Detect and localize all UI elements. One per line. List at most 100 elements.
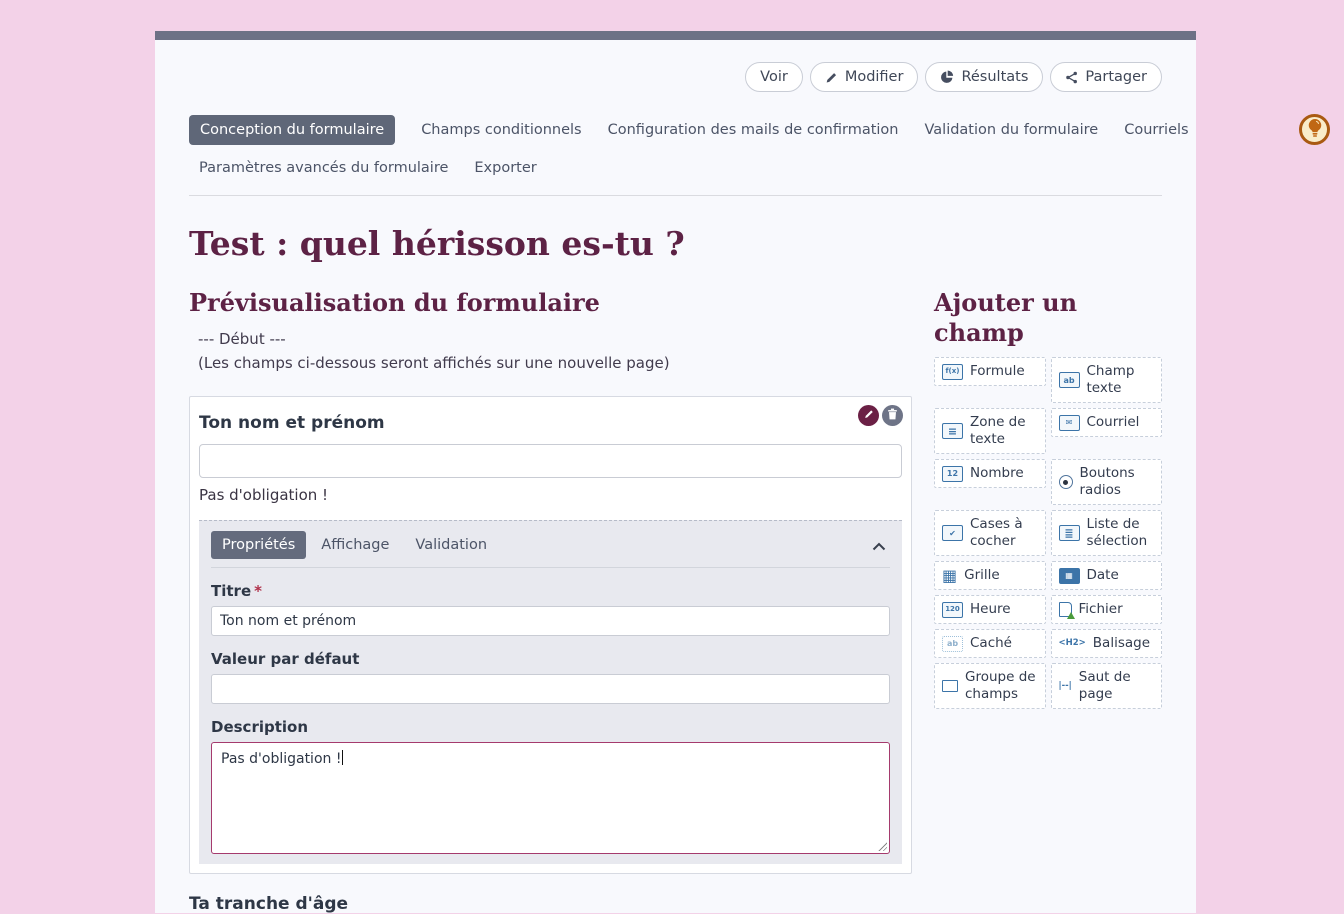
toolbar: Voir Modifier Résultats Partager	[189, 62, 1162, 92]
add-field-grid: f(x) Formule ab Champ texte ≡ Zone de te…	[934, 357, 1162, 709]
share-icon	[1065, 71, 1078, 84]
text-caret	[342, 750, 343, 765]
field-label: Ton nom et prénom	[199, 413, 902, 433]
markup-icon: <H2>	[1059, 635, 1086, 652]
textarea-icon: ≡	[942, 423, 963, 439]
delete-field-button[interactable]	[882, 405, 903, 426]
chevron-up-icon	[872, 536, 886, 555]
add-field-sidebar: Ajouter un champ f(x) Formule ab Champ t…	[934, 288, 1162, 914]
add-grille-button[interactable]: ▦ Grille	[934, 561, 1046, 590]
results-button[interactable]: Résultats	[925, 62, 1043, 92]
add-champ-texte-button[interactable]: ab Champ texte	[1051, 357, 1163, 403]
add-balisage-button[interactable]: <H2> Balisage	[1051, 629, 1163, 658]
next-field-label: Ta tranche d'âge	[189, 894, 912, 914]
tab-validation[interactable]: Validation	[404, 531, 498, 559]
add-button-label: Courriel	[1087, 414, 1155, 431]
description-textarea[interactable]: Pas d'obligation !	[211, 742, 890, 854]
add-button-label: Caché	[970, 635, 1038, 652]
email-icon: ✉	[1059, 415, 1080, 431]
add-date-button[interactable]: ▦ Date	[1051, 561, 1163, 590]
field-description: Pas d'obligation !	[199, 486, 902, 504]
add-field-heading: Ajouter un champ	[934, 288, 1162, 348]
add-button-label: Fichier	[1079, 601, 1155, 618]
add-courriel-button[interactable]: ✉ Courriel	[1051, 408, 1163, 437]
add-button-label: Groupe de champs	[965, 669, 1038, 703]
results-button-label: Résultats	[961, 69, 1028, 85]
tabs-separator	[189, 195, 1162, 196]
checkbox-icon: ✔	[942, 525, 963, 541]
tab-conception-du-formulaire[interactable]: Conception du formulaire	[189, 115, 395, 145]
title-label-text: Titre	[211, 582, 251, 600]
pie-chart-icon	[940, 70, 954, 84]
page-break-start-marker: --- Début ---	[198, 328, 912, 350]
name-field-input[interactable]	[199, 444, 902, 478]
edit-pencil-icon	[863, 408, 875, 423]
add-button-label: Date	[1087, 567, 1155, 584]
page-title: Test : quel hérisson es-tu ?	[189, 222, 1162, 266]
view-button[interactable]: Voir	[745, 62, 803, 92]
main-container: Voir Modifier Résultats Partager	[155, 31, 1196, 913]
required-marker: *	[254, 582, 262, 600]
title-input[interactable]	[211, 606, 890, 636]
tab-parametres-avances[interactable]: Paramètres avancés du formulaire	[199, 153, 448, 183]
lightbulb-icon	[1306, 118, 1324, 141]
formula-icon: f(x)	[942, 364, 963, 380]
description-textarea-value: Pas d'obligation !	[221, 751, 341, 767]
form-preview-column: Prévisualisation du formulaire --- Début…	[189, 288, 912, 914]
pencil-icon	[825, 71, 838, 84]
add-saut-de-page-button[interactable]: |--| Saut de page	[1051, 663, 1163, 709]
time-icon: 120	[942, 602, 963, 618]
tab-courriels[interactable]: Courriels	[1124, 115, 1188, 145]
view-button-label: Voir	[760, 69, 788, 85]
edit-button[interactable]: Modifier	[810, 62, 919, 92]
add-button-label: Nombre	[970, 465, 1038, 482]
add-button-label: Heure	[970, 601, 1038, 618]
add-cache-button[interactable]: ab Caché	[934, 629, 1046, 658]
title-field-group: Titre*	[211, 582, 890, 636]
add-heure-button[interactable]: 120 Heure	[934, 595, 1046, 624]
add-button-label: Formule	[970, 363, 1038, 380]
collapse-panel-button[interactable]	[868, 534, 890, 557]
title-label: Titre*	[211, 582, 890, 600]
columns: Prévisualisation du formulaire --- Début…	[189, 288, 1162, 914]
content: Voir Modifier Résultats Partager	[155, 62, 1196, 914]
tabs-row-1: Conception du formulaire Champs conditio…	[189, 115, 1162, 145]
add-liste-de-selection-button[interactable]: ≣ Liste de sélection	[1051, 510, 1163, 556]
add-groupe-de-champs-button[interactable]: Groupe de champs	[934, 663, 1046, 709]
select-list-icon: ≣	[1059, 525, 1080, 541]
add-fichier-button[interactable]: Fichier	[1051, 595, 1163, 624]
edit-field-button[interactable]	[858, 405, 879, 426]
share-button-label: Partager	[1085, 69, 1147, 85]
calendar-icon: ▦	[1059, 568, 1080, 584]
field-card: Ton nom et prénom Pas d'obligation ! Pro…	[189, 396, 912, 874]
add-button-label: Saut de page	[1079, 669, 1154, 703]
add-boutons-radios-button[interactable]: Boutons radios	[1051, 459, 1163, 505]
textfield-icon: ab	[1059, 372, 1080, 388]
add-nombre-button[interactable]: 12 Nombre	[934, 459, 1046, 488]
properties-panel: Propriétés Affichage Validation Titre*	[199, 520, 902, 864]
tabs-row-2: Paramètres avancés du formulaire Exporte…	[199, 153, 1162, 183]
default-value-input[interactable]	[211, 674, 890, 704]
tab-configuration-mails[interactable]: Configuration des mails de confirmation	[608, 115, 899, 145]
help-bulb-button[interactable]	[1299, 114, 1330, 145]
tab-proprietes[interactable]: Propriétés	[211, 531, 306, 559]
tab-affichage[interactable]: Affichage	[310, 531, 400, 559]
page-break-note: (Les champs ci-dessous seront affichés s…	[198, 352, 912, 374]
tab-exporter[interactable]: Exporter	[474, 153, 536, 183]
tab-validation-du-formulaire[interactable]: Validation du formulaire	[924, 115, 1098, 145]
field-card-actions	[858, 405, 903, 426]
main-tabs: Conception du formulaire Champs conditio…	[189, 115, 1162, 196]
textarea-resize-handle[interactable]	[877, 841, 887, 851]
add-button-label: Cases à cocher	[970, 516, 1038, 550]
hidden-field-icon: ab	[942, 636, 963, 652]
add-zone-de-texte-button[interactable]: ≡ Zone de texte	[934, 408, 1046, 454]
add-button-label: Boutons radios	[1080, 465, 1155, 499]
share-button[interactable]: Partager	[1050, 62, 1162, 92]
fieldset-icon	[942, 680, 958, 692]
description-label: Description	[211, 718, 890, 736]
tab-champs-conditionnels[interactable]: Champs conditionnels	[421, 115, 581, 145]
page-break-icon: |--|	[1059, 678, 1072, 695]
add-formule-button[interactable]: f(x) Formule	[934, 357, 1046, 386]
add-button-label: Zone de texte	[970, 414, 1038, 448]
add-cases-a-cocher-button[interactable]: ✔ Cases à cocher	[934, 510, 1046, 556]
